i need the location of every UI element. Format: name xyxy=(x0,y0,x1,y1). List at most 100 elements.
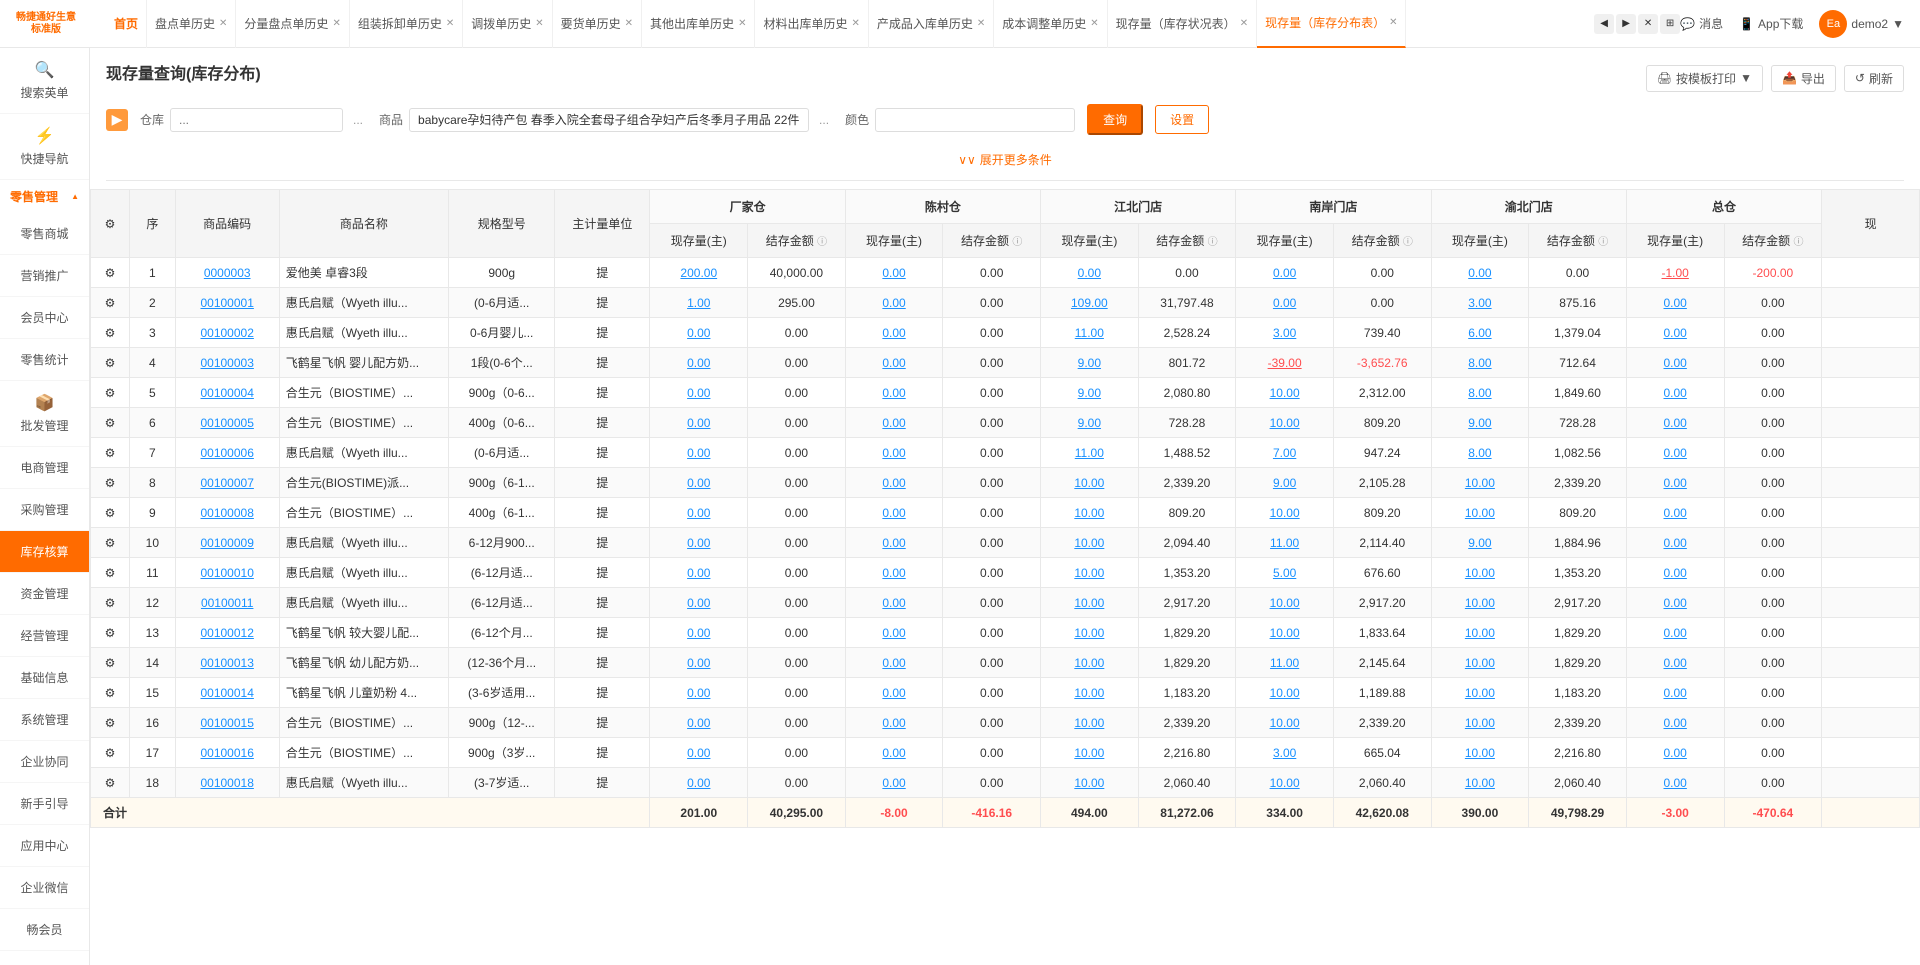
cell-settings[interactable]: ⚙ xyxy=(91,438,130,468)
cell-settings[interactable]: ⚙ xyxy=(91,378,130,408)
close-tab-icon[interactable]: ✕ xyxy=(1389,17,1397,28)
sidebar-item-basics[interactable]: 基础信息 xyxy=(0,657,89,699)
sidebar-item-search[interactable]: 🔍 搜索英单 xyxy=(0,48,89,114)
refresh-button[interactable]: ↺ 刷新 xyxy=(1844,65,1904,92)
tab-other-out[interactable]: 其他出库单历史 ✕ xyxy=(642,0,755,48)
info-icon[interactable]: ⓘ xyxy=(1793,237,1803,248)
close-tab-icon[interactable]: ✕ xyxy=(738,18,746,29)
close-tab-icon[interactable]: ✕ xyxy=(535,18,543,29)
close-tab-icon[interactable]: ✕ xyxy=(219,18,227,29)
row-gear-icon[interactable]: ⚙ xyxy=(105,746,116,760)
nav-next-arrow[interactable]: ▶ xyxy=(1616,14,1636,34)
info-icon[interactable]: ⓘ xyxy=(1208,237,1218,248)
user-menu[interactable]: Ea demo2 ▼ xyxy=(1819,10,1904,38)
row-gear-icon[interactable]: ⚙ xyxy=(105,776,116,790)
info-icon[interactable]: ⓘ xyxy=(1403,237,1413,248)
row-gear-icon[interactable]: ⚙ xyxy=(105,596,116,610)
tab-material-out[interactable]: 材料出库单历史 ✕ xyxy=(755,0,868,48)
row-gear-icon[interactable]: ⚙ xyxy=(105,386,116,400)
info-icon[interactable]: ⓘ xyxy=(1598,237,1608,248)
row-gear-icon[interactable]: ⚙ xyxy=(105,326,116,340)
tab-goods-list[interactable]: 要货单历史 ✕ xyxy=(553,0,642,48)
message-button[interactable]: 💬 消息 xyxy=(1680,15,1723,32)
row-gear-icon[interactable]: ⚙ xyxy=(105,716,116,730)
query-button[interactable]: 查询 xyxy=(1087,104,1143,135)
cell-settings[interactable]: ⚙ xyxy=(91,318,130,348)
export-button[interactable]: 📤 导出 xyxy=(1771,65,1836,92)
sidebar-item-enterprise[interactable]: 企业协同 xyxy=(0,741,89,783)
sidebar-item-wechat[interactable]: 企业微信 xyxy=(0,867,89,909)
cell-settings[interactable]: ⚙ xyxy=(91,288,130,318)
expand-arrow-button[interactable]: ▶ xyxy=(106,109,128,131)
sidebar-item-operations[interactable]: 经营管理 xyxy=(0,615,89,657)
goods-input[interactable] xyxy=(409,108,809,132)
close-tab-icon[interactable]: ✕ xyxy=(625,18,633,29)
row-gear-icon[interactable]: ⚙ xyxy=(105,416,116,430)
cell-settings[interactable]: ⚙ xyxy=(91,618,130,648)
tab-transfer-list[interactable]: 调拨单历史 ✕ xyxy=(463,0,552,48)
sidebar-item-wholesale[interactable]: 📦 批发管理 xyxy=(0,381,89,447)
row-gear-icon[interactable]: ⚙ xyxy=(105,686,116,700)
row-gear-icon[interactable]: ⚙ xyxy=(105,536,116,550)
sidebar-item-inventory[interactable]: 库存核算 xyxy=(0,531,89,573)
cell-settings[interactable]: ⚙ xyxy=(91,408,130,438)
tab-cost-adjust[interactable]: 成本调整单历史 ✕ xyxy=(994,0,1107,48)
sidebar-item-retail-store[interactable]: 零售商城 xyxy=(0,213,89,255)
cell-settings[interactable]: ⚙ xyxy=(91,708,130,738)
sidebar-item-retail[interactable]: 零售管理 ▲ xyxy=(0,180,89,213)
close-tab-icon[interactable]: ✕ xyxy=(332,18,340,29)
cell-settings[interactable]: ⚙ xyxy=(91,588,130,618)
cell-settings[interactable]: ⚙ xyxy=(91,648,130,678)
row-gear-icon[interactable]: ⚙ xyxy=(105,566,116,580)
sidebar-item-members[interactable]: 会员中心 xyxy=(0,297,89,339)
sidebar-item-ecommerce[interactable]: 电商管理 xyxy=(0,447,89,489)
info-icon[interactable]: ⓘ xyxy=(817,237,827,248)
close-tab-icon[interactable]: ✕ xyxy=(1240,18,1248,29)
print-button[interactable]: 🖨 按模板打印 ▼ xyxy=(1646,65,1763,92)
close-tab-icon[interactable]: ✕ xyxy=(1090,18,1098,29)
tab-stock-status[interactable]: 现存量（库存状况表） ✕ xyxy=(1108,0,1257,48)
info-icon[interactable]: ⓘ xyxy=(1012,237,1022,248)
cell-settings[interactable]: ⚙ xyxy=(91,528,130,558)
tab-stock-dist[interactable]: 现存量（库存分布表） ✕ xyxy=(1257,0,1406,48)
tab-bundle-list[interactable]: 组装拆卸单历史 ✕ xyxy=(350,0,463,48)
sidebar-item-system[interactable]: 系统管理 xyxy=(0,699,89,741)
nav-prev-arrow[interactable]: ◀ xyxy=(1594,14,1614,34)
warehouse-input[interactable] xyxy=(170,108,343,132)
row-gear-icon[interactable]: ⚙ xyxy=(105,656,116,670)
cell-settings[interactable]: ⚙ xyxy=(91,348,130,378)
tab-inventory-list[interactable]: 盘点单历史 ✕ xyxy=(147,0,236,48)
cell-settings[interactable]: ⚙ xyxy=(91,258,130,288)
cell-settings[interactable]: ⚙ xyxy=(91,498,130,528)
close-tab-icon[interactable]: ✕ xyxy=(446,18,454,29)
tab-home[interactable]: 首页 xyxy=(106,0,147,48)
row-gear-icon[interactable]: ⚙ xyxy=(105,506,116,520)
col-settings-header[interactable]: ⚙ xyxy=(91,190,130,258)
row-gear-icon[interactable]: ⚙ xyxy=(105,296,116,310)
sidebar-item-guide[interactable]: 新手引导 xyxy=(0,783,89,825)
cell-settings[interactable]: ⚙ xyxy=(91,558,130,588)
row-gear-icon[interactable]: ⚙ xyxy=(105,626,116,640)
expand-conditions-button[interactable]: ∨∨ 展开更多条件 xyxy=(958,151,1052,168)
cell-settings[interactable]: ⚙ xyxy=(91,468,130,498)
sidebar-item-purchase[interactable]: 采购管理 xyxy=(0,489,89,531)
nav-close-arrow[interactable]: ✕ xyxy=(1638,14,1658,34)
tab-partial-list[interactable]: 分量盘点单历史 ✕ xyxy=(236,0,349,48)
close-tab-icon[interactable]: ✕ xyxy=(977,18,985,29)
cell-settings[interactable]: ⚙ xyxy=(91,678,130,708)
close-tab-icon[interactable]: ✕ xyxy=(851,18,859,29)
settings-button[interactable]: 设置 xyxy=(1155,105,1209,134)
cell-settings[interactable]: ⚙ xyxy=(91,768,130,798)
tab-product-in[interactable]: 产成品入库单历史 ✕ xyxy=(869,0,994,48)
app-download-button[interactable]: 📱 App下载 xyxy=(1739,15,1803,32)
row-gear-icon[interactable]: ⚙ xyxy=(105,356,116,370)
row-gear-icon[interactable]: ⚙ xyxy=(105,266,116,280)
sidebar-item-retail-stats[interactable]: 零售统计 xyxy=(0,339,89,381)
cell-settings[interactable]: ⚙ xyxy=(91,738,130,768)
color-input[interactable] xyxy=(875,108,1075,132)
sidebar-item-vip[interactable]: 畅会员 xyxy=(0,909,89,951)
nav-expand-arrow[interactable]: ⊞ xyxy=(1660,14,1680,34)
sidebar-item-finance[interactable]: 资金管理 xyxy=(0,573,89,615)
sidebar-item-apps[interactable]: 应用中心 xyxy=(0,825,89,867)
row-gear-icon[interactable]: ⚙ xyxy=(105,446,116,460)
